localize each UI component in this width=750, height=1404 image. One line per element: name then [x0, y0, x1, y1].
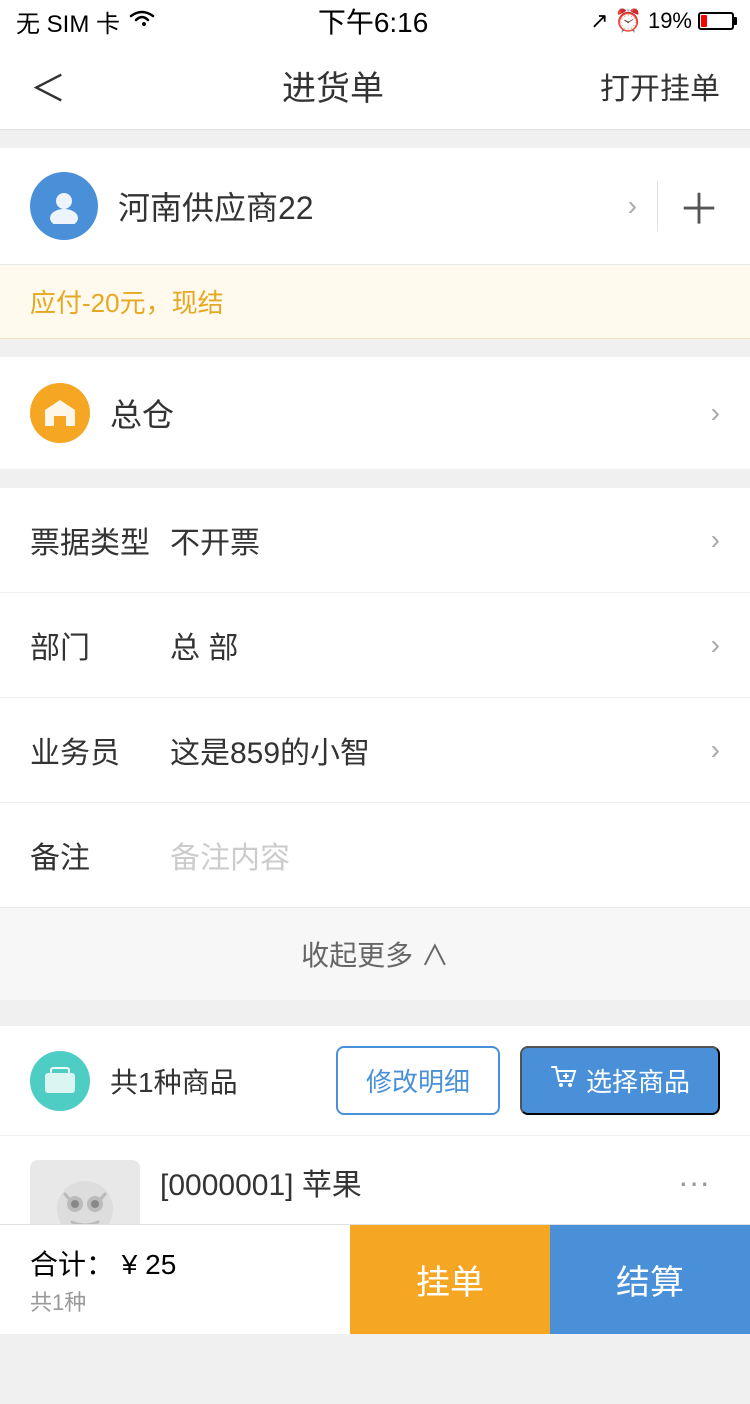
product-code: [0000001]: [160, 1169, 293, 1202]
supplier-section: 河南供应商22 › ＋ 应付-20元，现结: [0, 148, 750, 339]
dept-value: 总 部: [170, 623, 711, 667]
supplier-name: 河南供应商22: [118, 183, 628, 229]
chevron-right-icon: ›: [628, 190, 637, 222]
select-product-label: 选择商品: [586, 1062, 690, 1099]
salesman-label: 业务员: [30, 728, 150, 772]
cart-icon: [550, 1065, 578, 1096]
section-gap-3: [0, 469, 750, 487]
avatar: [30, 172, 98, 240]
settle-button[interactable]: 结算: [550, 1225, 750, 1334]
salesman-row[interactable]: 业务员 这是859的小智 ›: [0, 697, 750, 802]
alarm-icon: ⏰: [615, 8, 642, 34]
remark-label: 备注: [30, 833, 150, 877]
product-title: 苹果: [302, 1169, 362, 1202]
carrier-label: 无 SIM 卡: [16, 4, 120, 39]
status-right: ↗ ⏰ 19%: [590, 8, 734, 34]
time-label: 下午6:16: [318, 1, 429, 41]
remark-row[interactable]: 备注 备注内容: [0, 802, 750, 907]
product-count-label: 共1种商品: [110, 1061, 316, 1101]
total-amount: ¥ 25: [122, 1249, 177, 1280]
collapse-bar[interactable]: 收起更多 ∧: [0, 907, 750, 1000]
vertical-divider: [657, 181, 658, 231]
hang-button[interactable]: 挂单: [350, 1225, 550, 1334]
notice-text: 应付-20元，现结: [30, 288, 224, 318]
bottom-bar: 合计： ¥ 25 共1种 挂单 结算: [0, 1224, 750, 1334]
total-line: 合计： ¥ 25: [30, 1243, 320, 1283]
collapse-label: 收起更多 ∧: [301, 940, 449, 971]
chevron-right-icon-2: ›: [711, 397, 720, 429]
more-button[interactable]: ···: [668, 1160, 720, 1205]
status-left: 无 SIM 卡: [16, 4, 156, 39]
supplier-row[interactable]: 河南供应商22 › ＋: [0, 148, 750, 265]
wifi-icon: [128, 7, 156, 35]
battery-icon: [698, 12, 734, 30]
invoice-label: 票据类型: [30, 518, 150, 562]
warehouse-icon: [30, 383, 90, 443]
section-gap-4: [0, 1000, 750, 1018]
status-bar: 无 SIM 卡 下午6:16 ↗ ⏰ 19%: [0, 0, 750, 42]
total-label: 合计：: [30, 1249, 114, 1280]
section-gap-2: [0, 339, 750, 357]
location-icon: ↗: [590, 8, 608, 34]
invoice-row[interactable]: 票据类型 不开票 ›: [0, 487, 750, 592]
page-title: 进货单: [282, 61, 384, 110]
remark-input[interactable]: 备注内容: [170, 833, 720, 877]
select-product-button[interactable]: 选择商品: [520, 1046, 720, 1115]
product-icon: [30, 1051, 90, 1111]
warehouse-row[interactable]: 总仓 ›: [0, 357, 750, 469]
edit-detail-button[interactable]: 修改明细: [336, 1046, 500, 1115]
product-toolbar: 共1种商品 修改明细 选择商品: [0, 1018, 750, 1135]
nav-bar: ＜ 进货单 打开挂单: [0, 42, 750, 130]
dept-label: 部门: [30, 623, 150, 667]
open-hang-button[interactable]: 打开挂单: [600, 64, 720, 108]
salesman-value: 这是859的小智: [170, 728, 711, 772]
warehouse-name: 总仓: [110, 390, 711, 436]
chevron-right-icon-4: ›: [711, 629, 720, 661]
chevron-right-icon-5: ›: [711, 734, 720, 766]
warehouse-section[interactable]: 总仓 ›: [0, 357, 750, 469]
total-section: 合计： ¥ 25 共1种: [0, 1225, 350, 1334]
dept-row[interactable]: 部门 总 部 ›: [0, 592, 750, 697]
back-button[interactable]: ＜: [30, 60, 66, 112]
notice-bar: 应付-20元，现结: [0, 265, 750, 339]
form-section: 票据类型 不开票 › 部门 总 部 › 业务员 这是859的小智 › 备注 备注…: [0, 487, 750, 1000]
total-count: 共1种: [30, 1285, 320, 1317]
add-button[interactable]: ＋: [678, 176, 720, 237]
battery-label: 19%: [648, 8, 692, 34]
section-gap-1: [0, 130, 750, 148]
chevron-right-icon-3: ›: [711, 524, 720, 556]
product-name: [0000001] 苹果: [160, 1160, 648, 1204]
invoice-value: 不开票: [170, 518, 711, 562]
